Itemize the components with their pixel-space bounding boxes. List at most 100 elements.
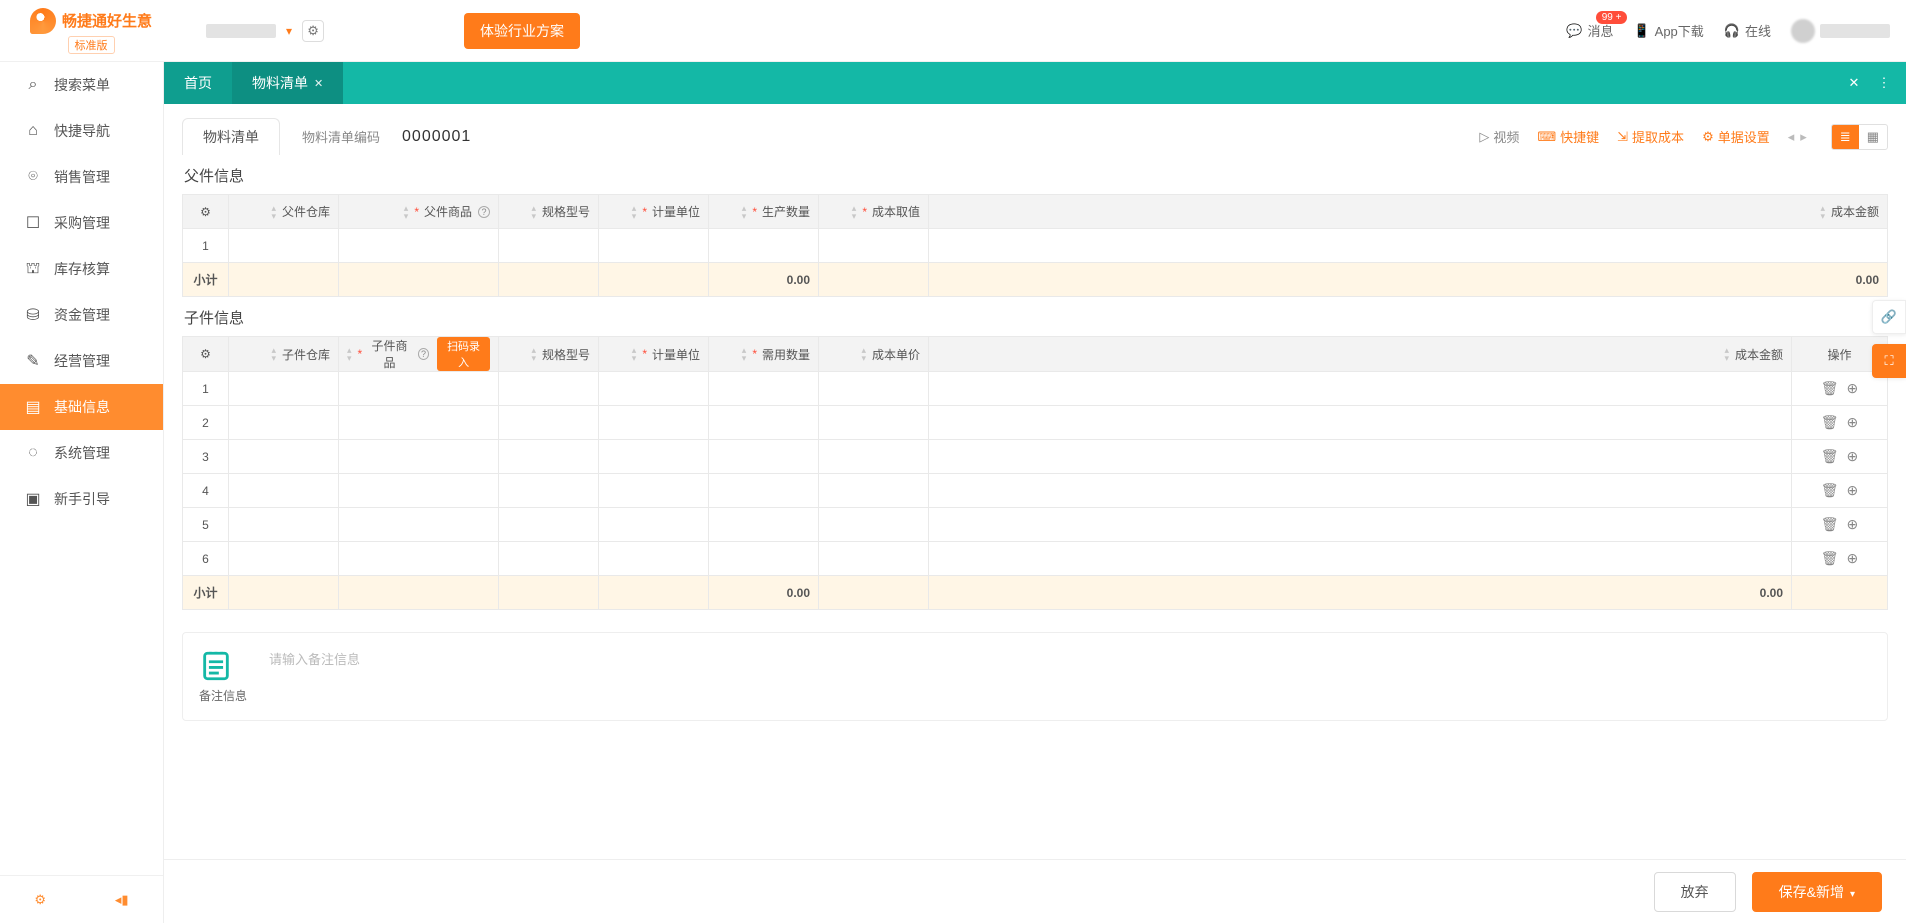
add-row-button[interactable]: ⊕ (1847, 380, 1859, 396)
delete-row-button[interactable]: 🗑 (1821, 380, 1839, 396)
table-row[interactable]: 5🗑⊕ (183, 508, 1888, 542)
sidebar-item-funds[interactable]: ⛁资金管理 (0, 292, 163, 338)
info-icon[interactable]: ? (418, 348, 429, 360)
add-row-button[interactable]: ⊕ (1847, 550, 1859, 566)
delete-row-button[interactable]: 🗑 (1821, 550, 1839, 566)
promo-button[interactable]: 体验行业方案 (464, 13, 580, 49)
add-row-button[interactable]: ⊕ (1847, 482, 1859, 498)
remark-input[interactable] (269, 649, 1871, 689)
headset-icon: 🎧 (1724, 23, 1740, 39)
col-parent-costsrc[interactable]: 成本取值 (872, 203, 920, 220)
col-parent-spec[interactable]: 规格型号 (542, 203, 590, 220)
prev-doc-button[interactable]: ◂ (1788, 129, 1795, 145)
parent-grid: ⚙ ▴▾父件仓库 ▴▾*父件商品? ▴▾规格型号 ▴▾*计量单位 ▴▾*生产数量… (182, 194, 1888, 297)
sidebar-item-label: 系统管理 (54, 443, 110, 463)
extract-icon: ⇲ (1617, 129, 1628, 145)
scan-entry-button[interactable]: 扫码录入 (437, 337, 490, 371)
col-child-amount[interactable]: 成本金额 (1735, 346, 1783, 363)
sidebar-item-inventory[interactable]: ⛫库存核算 (0, 246, 163, 292)
user-menu[interactable] (1791, 19, 1890, 43)
table-row[interactable]: 6🗑⊕ (183, 542, 1888, 576)
hotkey-link[interactable]: ⌨快捷键 (1537, 127, 1599, 146)
delete-row-button[interactable]: 🗑 (1821, 448, 1839, 464)
tabs-close-all-button[interactable]: ✕ (1840, 69, 1868, 97)
gear-icon[interactable]: ⚙ (200, 205, 211, 219)
expand-button[interactable]: ⛶ (1872, 344, 1906, 378)
tab-home[interactable]: 首页 (164, 62, 232, 104)
col-parent-qty[interactable]: 生产数量 (762, 203, 810, 220)
sidebar-item-sales[interactable]: ⌾销售管理 (0, 154, 163, 200)
col-child-spec[interactable]: 规格型号 (542, 346, 590, 363)
document-toolbar: 物料清单 物料清单编码 0000001 ▷视频 ⌨快捷键 ⇲提取成本 ⚙单据设置… (182, 118, 1888, 155)
attachment-button[interactable]: 🔗 (1872, 300, 1906, 334)
gear-icon[interactable]: ⚙ (200, 347, 211, 361)
col-parent-amount[interactable]: 成本金额 (1831, 203, 1879, 220)
sidebar-item-system[interactable]: ◌系统管理 (0, 430, 163, 476)
sidebar-settings-button[interactable]: ⚙ (34, 892, 46, 908)
note-icon (199, 649, 233, 683)
add-row-button[interactable]: ⊕ (1847, 516, 1859, 532)
sidebar-item-basics[interactable]: ▤基础信息 (0, 384, 163, 430)
extract-cost-link[interactable]: ⇲提取成本 (1617, 127, 1684, 146)
sidebar-item-quicknav[interactable]: ⌂快捷导航 (0, 108, 163, 154)
delete-row-button[interactable]: 🗑 (1821, 482, 1839, 498)
parent-subtotal-qty: 0.00 (709, 263, 819, 297)
download-button[interactable]: 📱 App下载 (1633, 21, 1703, 40)
discard-button[interactable]: 放弃 (1654, 872, 1736, 912)
sidebar-item-purchase[interactable]: ☐采购管理 (0, 200, 163, 246)
doc-tab[interactable]: 物料清单 (182, 118, 280, 155)
table-row[interactable]: 1🗑⊕ (183, 372, 1888, 406)
chevron-down-icon: ▾ (286, 24, 292, 38)
sidebar-item-label: 新手引导 (54, 489, 110, 509)
view-list-button[interactable]: ≣ (1832, 125, 1859, 149)
sidebar: ⌕搜索菜单⌂快捷导航⌾销售管理☐采购管理⛫库存核算⛁资金管理✎经营管理▤基础信息… (0, 62, 164, 923)
sidebar-item-operation[interactable]: ✎经营管理 (0, 338, 163, 384)
org-settings-button[interactable]: ⚙ (302, 20, 324, 42)
child-subtotal-qty: 0.00 (709, 576, 819, 610)
table-row[interactable]: 3 🗑 ⊕ (183, 440, 1888, 474)
delete-row-button[interactable]: 🗑 (1821, 516, 1839, 532)
sidebar-item-label: 销售管理 (54, 167, 110, 187)
keyboard-icon: ⌨ (1537, 129, 1556, 145)
online-label: 在线 (1745, 21, 1771, 40)
col-parent-unit[interactable]: 计量单位 (652, 203, 700, 220)
tabs-more-button[interactable]: ⋮ (1870, 69, 1898, 97)
brand-name: 畅捷通好生意 (62, 10, 152, 31)
parent-subtotal-amount: 0.00 (929, 263, 1888, 297)
close-icon[interactable]: ✕ (314, 77, 323, 90)
sidebar-item-search[interactable]: ⌕搜索菜单 (0, 62, 163, 108)
org-selector[interactable]: ▾ ⚙ (206, 20, 446, 42)
view-toggle: ≣ ▦ (1831, 124, 1888, 150)
delete-row-button[interactable]: 🗑 (1821, 414, 1839, 430)
sidebar-item-label: 基础信息 (54, 397, 110, 417)
messages-badge: 99 + (1596, 11, 1628, 24)
col-child-price[interactable]: 成本单价 (872, 346, 920, 363)
messages-button[interactable]: 💬 消息 99 + (1566, 21, 1613, 40)
next-doc-button[interactable]: ▸ (1800, 129, 1807, 145)
save-button[interactable]: 保存&新增▾ (1752, 872, 1882, 912)
add-row-button[interactable]: ⊕ (1847, 448, 1859, 464)
col-child-product[interactable]: 子件商品 (367, 337, 412, 371)
sidebar-item-guide[interactable]: ▣新手引导 (0, 476, 163, 522)
add-row-button[interactable]: ⊕ (1847, 414, 1859, 430)
tab-bom[interactable]: 物料清单 ✕ (232, 62, 343, 104)
chevron-down-icon: ▾ (1850, 889, 1855, 900)
info-icon[interactable]: ? (478, 206, 490, 218)
table-row[interactable]: 1 (183, 229, 1888, 263)
doc-settings-link[interactable]: ⚙单据设置 (1702, 127, 1770, 146)
sidebar-collapse-button[interactable]: ◂▮ (115, 892, 129, 908)
video-link[interactable]: ▷视频 (1479, 127, 1519, 146)
col-parent-warehouse[interactable]: 父件仓库 (282, 203, 330, 220)
table-row[interactable]: 4🗑⊕ (183, 474, 1888, 508)
doc-code-label: 物料清单编码 (302, 127, 380, 146)
col-child-qty[interactable]: 需用数量 (762, 346, 810, 363)
doc-code: 0000001 (402, 128, 471, 146)
table-row[interactable]: 2🗑⊕ (183, 406, 1888, 440)
support-button[interactable]: 🎧 在线 (1724, 21, 1771, 40)
row-index: 3 (183, 440, 229, 474)
brand-edition: 标准版 (68, 36, 115, 54)
col-child-warehouse[interactable]: 子件仓库 (282, 346, 330, 363)
view-card-button[interactable]: ▦ (1859, 125, 1887, 149)
col-child-unit[interactable]: 计量单位 (652, 346, 700, 363)
col-parent-product[interactable]: 父件商品 (424, 203, 472, 220)
